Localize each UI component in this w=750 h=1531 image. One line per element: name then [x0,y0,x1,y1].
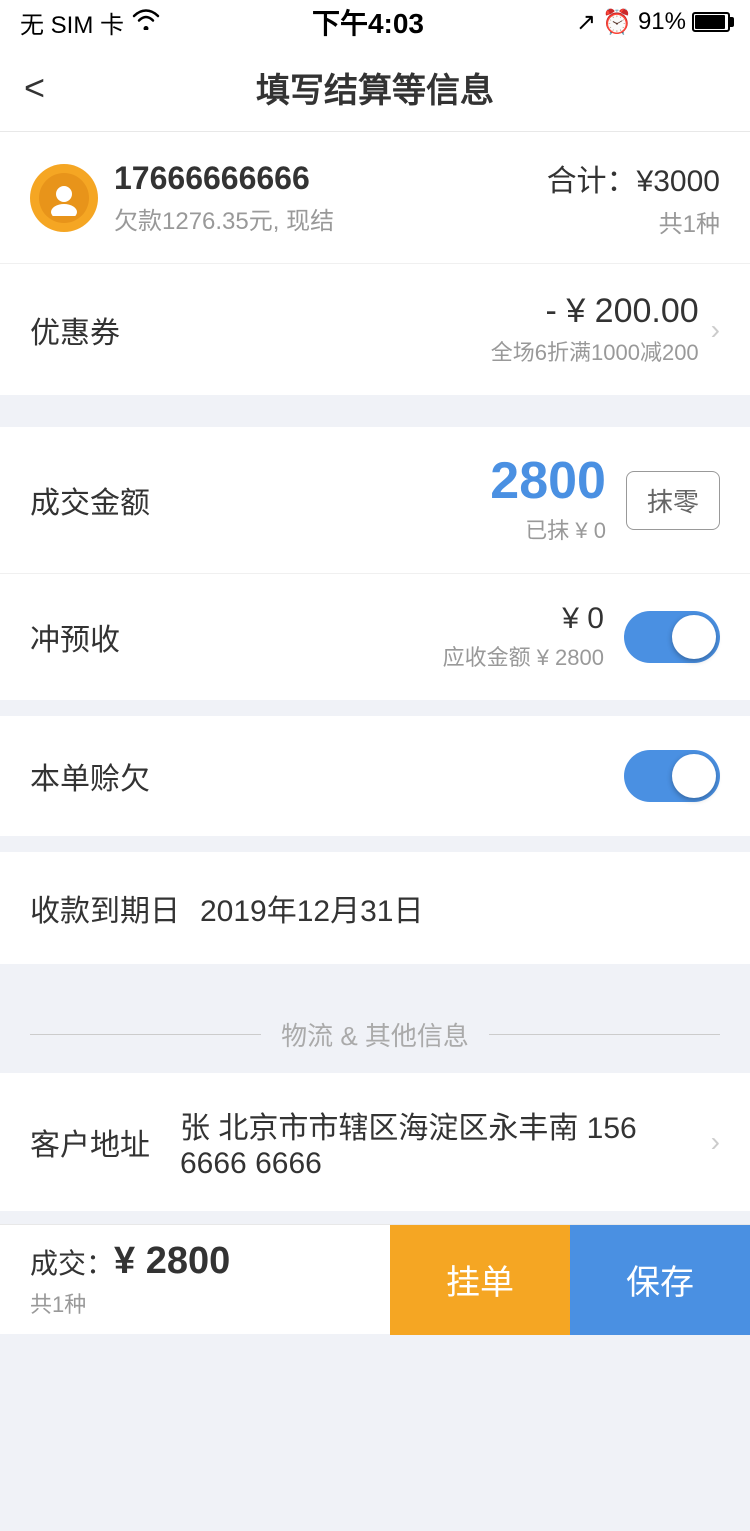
due-date-row: 收款到期日 2019年12月31日 [0,852,750,964]
customer-info: 17666666666 欠款1276.35元, 现结 [114,160,334,236]
customer-left: 17666666666 欠款1276.35元, 现结 [30,160,334,236]
divider-line-left [30,1034,261,1035]
location-icon: ↗ [576,8,596,37]
debt-label: 本单赊欠 [30,754,150,798]
bottom-summary: 成交：¥ 2800 共1种 [0,1240,390,1319]
status-time: 下午4:03 [312,2,424,42]
bottom-deal-amount: ¥ 2800 [114,1240,230,1282]
prepaid-row: 冲预收 ¥ 0 应收金额 ¥ 2800 [0,573,750,700]
address-label: 客户地址 [30,1120,150,1164]
customer-phone: 17666666666 [114,160,334,197]
bottom-deal-label: 成交：¥ 2800 [30,1240,360,1283]
section-divider-label: 物流 & 其他信息 [281,1016,469,1053]
carrier-text: 无 SIM 卡 [20,5,124,40]
address-chevron-icon: › [711,1126,720,1158]
customer-row: 17666666666 欠款1276.35元, 现结 合计：¥3000 共1种 [0,132,750,263]
status-left: 无 SIM 卡 [20,5,160,40]
address-value: 张 北京市市辖区海淀区永丰南 156 6666 6666 [180,1103,691,1181]
customer-right: 合计：¥3000 共1种 [547,156,720,239]
total-amount: 合计：¥3000 [547,156,720,200]
address-row[interactable]: 客户地址 张 北京市市辖区海淀区永丰南 156 6666 6666 › [0,1073,750,1211]
separator-2 [0,700,750,716]
back-button[interactable]: < [24,67,45,109]
nav-bar: < 填写结算等信息 [0,44,750,132]
bottom-count: 共1种 [30,1287,360,1319]
avatar [30,164,98,232]
bottom-bar: 成交：¥ 2800 共1种 挂单 保存 [0,1224,750,1334]
deal-amount-wrap: 2800 已抹 ¥ 0 [490,455,606,545]
status-bar: 无 SIM 卡 下午4:03 ↗ ⏰ 91% [0,0,750,44]
prepaid-amount: ¥ 0 [443,602,604,636]
coupon-desc: 全场6折满1000减200 [491,335,699,367]
coupon-amount: - ¥ 200.00 [491,292,699,331]
coupon-label: 优惠券 [30,308,120,352]
prepaid-amount-wrap: ¥ 0 应收金额 ¥ 2800 [443,602,604,672]
separator-1 [0,411,750,427]
coupon-right: - ¥ 200.00 全场6折满1000减200 › [491,292,720,367]
chevron-right-icon: › [711,314,720,346]
customer-card: 17666666666 欠款1276.35元, 现结 合计：¥3000 共1种 … [0,132,750,395]
deal-section: 成交金额 2800 已抹 ¥ 0 抹零 [0,427,750,573]
separator-3 [0,980,750,996]
total-count: 共1种 [547,204,720,239]
prepaid-toggle[interactable] [624,611,720,663]
prepaid-sub: 应收金额 ¥ 2800 [443,640,604,672]
deal-amount: 2800 [490,455,606,507]
coupon-row[interactable]: 优惠券 - ¥ 200.00 全场6折满1000减200 › [0,263,750,395]
hang-button[interactable]: 挂单 [390,1225,570,1335]
bottom-deal-prefix: 成交： [30,1248,114,1279]
alarm-icon: ⏰ [602,8,632,37]
section-divider: 物流 & 其他信息 [0,996,750,1073]
customer-sub: 欠款1276.35元, 现结 [114,201,334,236]
save-button[interactable]: 保存 [570,1225,750,1335]
due-date-label: 收款到期日 [30,886,180,930]
status-right: ↗ ⏰ 91% [576,8,730,37]
debt-toggle[interactable] [624,750,720,802]
prepaid-label: 冲预收 [30,615,120,659]
toggle-thumb [672,615,716,659]
round-button[interactable]: 抹零 [626,471,720,530]
coupon-discount: - ¥ 200.00 全场6折满1000减200 [491,292,699,367]
deal-label: 成交金额 [30,478,150,522]
prepaid-right: ¥ 0 应收金额 ¥ 2800 [443,602,720,672]
wifi-icon [132,8,160,37]
due-date-value: 2019年12月31日 [200,886,423,930]
debt-row: 本单赊欠 [0,716,750,836]
avatar-inner [39,173,89,223]
page-title: 填写结算等信息 [256,63,494,112]
deal-row: 成交金额 2800 已抹 ¥ 0 抹零 [30,455,720,545]
deal-sub: 已抹 ¥ 0 [490,513,606,545]
divider-line-right [489,1034,720,1035]
deal-right: 2800 已抹 ¥ 0 抹零 [490,455,720,545]
battery-percent: 91% [638,8,686,36]
battery-icon [692,12,730,32]
debt-toggle-thumb [672,754,716,798]
